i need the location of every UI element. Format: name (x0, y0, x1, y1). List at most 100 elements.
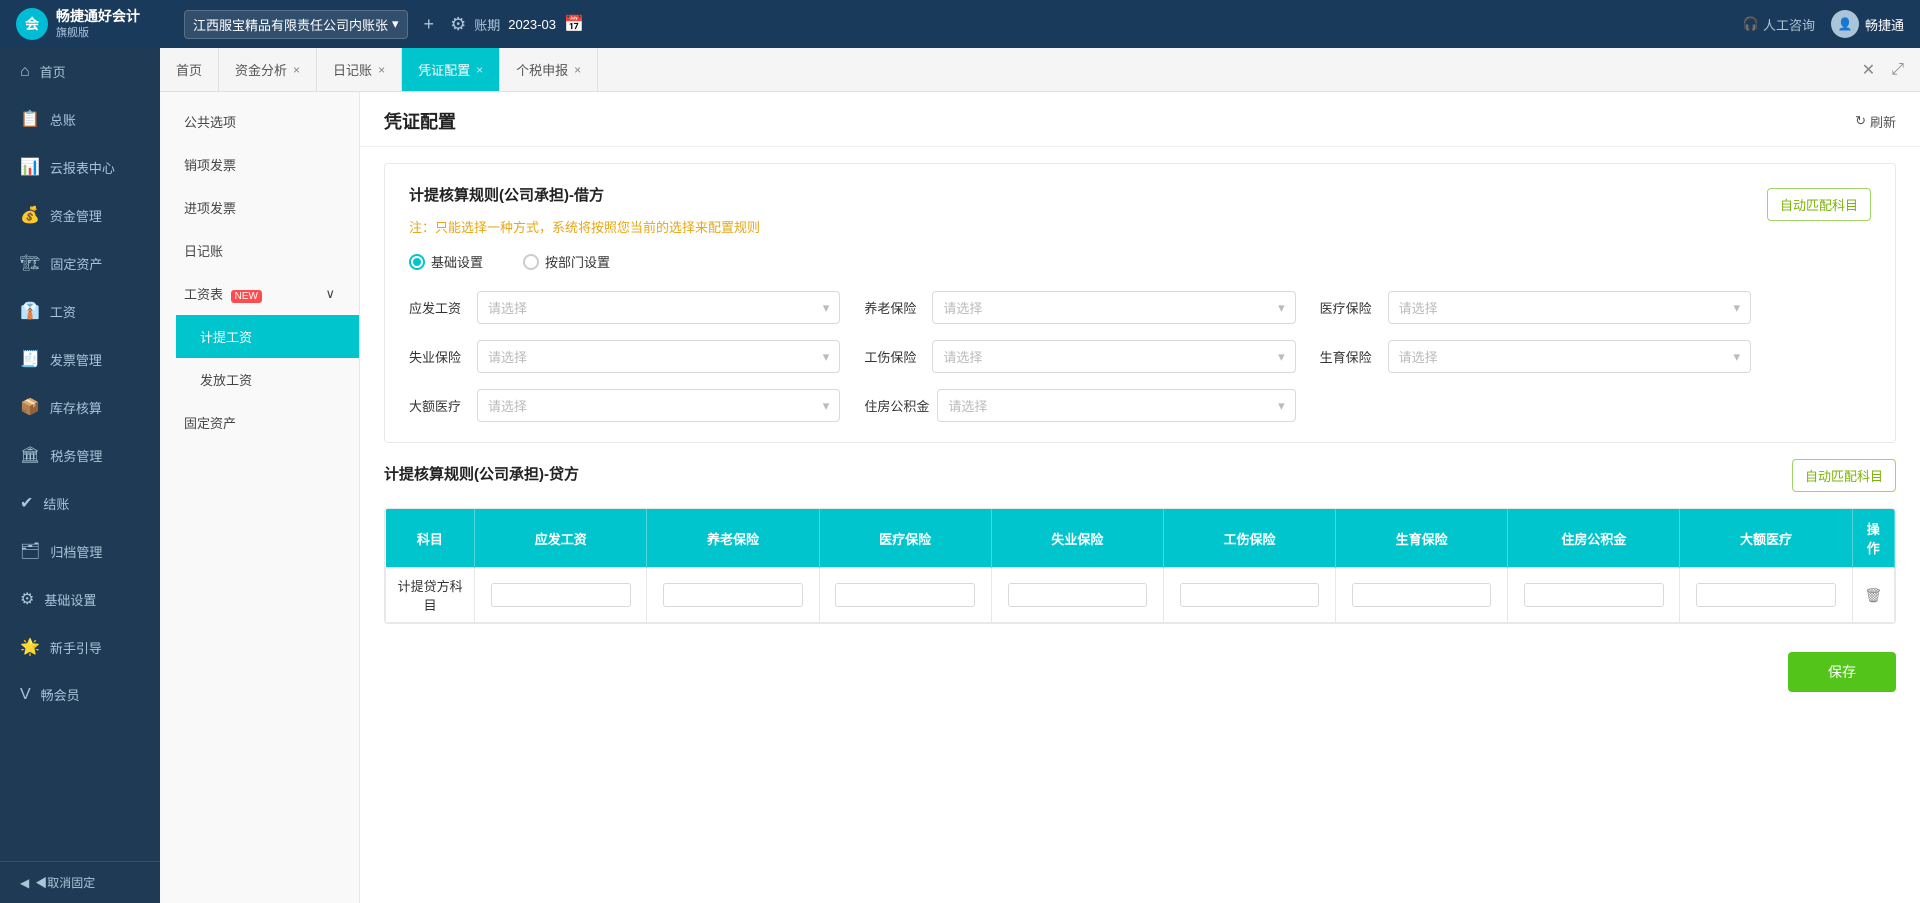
close-tab-button[interactable]: ✕ (1858, 56, 1879, 84)
th-subject: 科目 (386, 509, 475, 568)
tab-right-actions: ✕ ⤢ (1846, 48, 1920, 91)
label-sybx: 失业保险 (409, 347, 469, 366)
left-nav-calc-salary[interactable]: 计提工资 (176, 315, 359, 358)
sidebar-label-fixed: 固定资产 (50, 254, 102, 273)
calendar-icon[interactable]: 📅 (564, 14, 584, 34)
credit-section-title: 计提核算规则(公司承担)-贷方 (384, 463, 579, 484)
radio-dept[interactable]: 按部门设置 (523, 252, 610, 271)
input-zfgjj[interactable] (1524, 583, 1664, 607)
input-ylbx[interactable] (663, 583, 803, 607)
field-dayl: 大额医疗 请选择 ▾ (409, 389, 840, 422)
sidebar-item-archive[interactable]: 🗂 归档管理 (0, 527, 160, 575)
tab-tax-close[interactable]: × (574, 63, 581, 77)
th-gsbx: 工伤保险 (1163, 509, 1335, 568)
label-gsbx: 工伤保险 (864, 347, 924, 366)
th-zfgjj: 住房公积金 (1508, 509, 1680, 568)
input-gsbx[interactable] (1180, 583, 1320, 607)
label-ylbx: 养老保险 (864, 298, 924, 317)
sidebar-item-ledger[interactable]: 📋 总账 (0, 95, 160, 143)
field-yfgz: 应发工资 请选择 ▾ (409, 291, 840, 324)
select-zfgjj[interactable]: 请选择 ▾ (937, 389, 1295, 422)
select-dayl[interactable]: 请选择 ▾ (477, 389, 840, 422)
invoice-icon: 🧾 (20, 349, 40, 369)
tab-funds[interactable]: 资金分析 × (219, 48, 317, 91)
credit-table: 科目 应发工资 养老保险 医疗保险 失业保险 工伤保险 生育保险 住房公积金 大… (385, 509, 1895, 623)
field-zfgjj: 住房公积金 请选择 ▾ (864, 389, 1295, 422)
chevron-sybx2-icon: ▾ (1733, 349, 1740, 365)
sidebar-item-vip[interactable]: V 畅会员 (0, 671, 160, 718)
tab-journal[interactable]: 日记账 × (317, 48, 402, 91)
radio-basic[interactable]: 基础设置 (409, 252, 483, 271)
label-yfgz: 应发工资 (409, 298, 469, 317)
input-dayl[interactable] (1696, 583, 1836, 607)
chevron-yfgz-icon: ▾ (823, 300, 830, 316)
left-nav-journal[interactable]: 日记账 (160, 229, 359, 272)
headset-icon: 🎧 (1743, 16, 1759, 32)
label-dayl: 大额医疗 (409, 396, 469, 415)
tab-voucher[interactable]: 凭证配置 × (402, 48, 500, 91)
expand-tab-button[interactable]: ⤢ (1887, 57, 1908, 83)
td-sybx (991, 568, 1163, 623)
sidebar-item-fixed[interactable]: 🏗 固定资产 (0, 239, 160, 287)
logo-text-group: 畅捷通好会计 旗舰版 (56, 8, 140, 41)
left-nav-fixed-asset[interactable]: 固定资产 (160, 401, 359, 444)
settings-icon[interactable]: ⚙ (450, 14, 466, 35)
td-action: 🗑 (1852, 568, 1894, 623)
tab-tax[interactable]: 个税申报 × (500, 48, 598, 91)
support-button[interactable]: 🎧 人工咨询 (1743, 15, 1815, 34)
left-nav-pay-salary[interactable]: 发放工资 (176, 358, 359, 401)
input-yfgz[interactable] (491, 583, 631, 607)
sidebar-item-salary[interactable]: 👔 工资 (0, 287, 160, 335)
input-sybx2[interactable] (1352, 583, 1492, 607)
tab-home[interactable]: 首页 (160, 48, 219, 91)
select-gsbx[interactable]: 请选择 ▾ (932, 340, 1295, 373)
delete-row-button[interactable]: 🗑 (1864, 587, 1882, 603)
left-nav-public[interactable]: 公共选项 (160, 100, 359, 143)
sidebar: ⌂ 首页 📋 总账 📊 云报表中心 💰 资金管理 🏗 固定资产 👔 工资 🧾 发… (0, 48, 160, 903)
tab-bar: 首页 资金分析 × 日记账 × 凭证配置 × 个税申报 × ✕ ⤢ (160, 48, 1920, 92)
left-nav-purchase[interactable]: 进项发票 (160, 186, 359, 229)
company-select[interactable]: 江西服宝精品有限责任公司内账张 ▾ (184, 10, 408, 39)
refresh-button[interactable]: ↻ 刷新 (1855, 112, 1896, 131)
table-row: 计提贷方科目 🗑 (386, 568, 1895, 623)
radio-group: 基础设置 按部门设置 (409, 252, 1751, 271)
sidebar-item-tax[interactable]: 🏛 税务管理 (0, 431, 160, 479)
avatar: 👤 (1831, 10, 1859, 38)
input-ylbx2[interactable] (835, 583, 975, 607)
select-ylbx2[interactable]: 请选择 ▾ (1388, 291, 1751, 324)
select-yfgz[interactable]: 请选择 ▾ (477, 291, 840, 324)
sidebar-item-close[interactable]: ✔ 结账 (0, 479, 160, 527)
add-account-button[interactable]: + (416, 10, 443, 39)
select-sybx2[interactable]: 请选择 ▾ (1388, 340, 1751, 373)
select-ylbx[interactable]: 请选择 ▾ (932, 291, 1295, 324)
tab-funds-close[interactable]: × (293, 63, 300, 77)
user-area[interactable]: 👤 畅捷通 (1831, 10, 1904, 38)
tab-voucher-close[interactable]: × (476, 63, 483, 77)
auto-match-credit-button[interactable]: 自动匹配科目 (1792, 459, 1896, 492)
input-sybx[interactable] (1008, 583, 1148, 607)
logo-icon: 会 (16, 8, 48, 40)
sidebar-item-reports[interactable]: 📊 云报表中心 (0, 143, 160, 191)
radio-dept-circle (523, 254, 539, 270)
period-label: 账期 (474, 15, 500, 34)
funds-icon: 💰 (20, 205, 40, 225)
auto-match-debit-button[interactable]: 自动匹配科目 (1767, 188, 1871, 221)
sidebar-item-funds[interactable]: 💰 资金管理 (0, 191, 160, 239)
sidebar-item-home[interactable]: ⌂ 首页 (0, 48, 160, 95)
refresh-icon: ↻ (1855, 113, 1866, 129)
save-button[interactable]: 保存 (1788, 652, 1896, 692)
sidebar-item-inventory[interactable]: 📦 库存核算 (0, 383, 160, 431)
unpin-button[interactable]: ◀ ◀取消固定 (0, 861, 160, 903)
tab-funds-label: 资金分析 (235, 60, 287, 79)
chevron-gsbx-icon: ▾ (1278, 349, 1285, 365)
debit-section: 计提核算规则(公司承担)-借方 注：只能选择一种方式，系统将按照您当前的选择来配… (384, 163, 1896, 443)
sidebar-item-guide[interactable]: 🌟 新手引导 (0, 623, 160, 671)
sidebar-item-invoice[interactable]: 🧾 发票管理 (0, 335, 160, 383)
left-nav-sales[interactable]: 销项发票 (160, 143, 359, 186)
tab-journal-close[interactable]: × (378, 63, 385, 77)
select-sybx[interactable]: 请选择 ▾ (477, 340, 840, 373)
sidebar-item-settings[interactable]: ⚙ 基础设置 (0, 575, 160, 623)
left-nav-salary-table[interactable]: 工资表 NEW ∨ (160, 272, 359, 315)
tab-tax-label: 个税申报 (516, 60, 568, 79)
chevron-dayl-icon: ▾ (823, 398, 830, 414)
